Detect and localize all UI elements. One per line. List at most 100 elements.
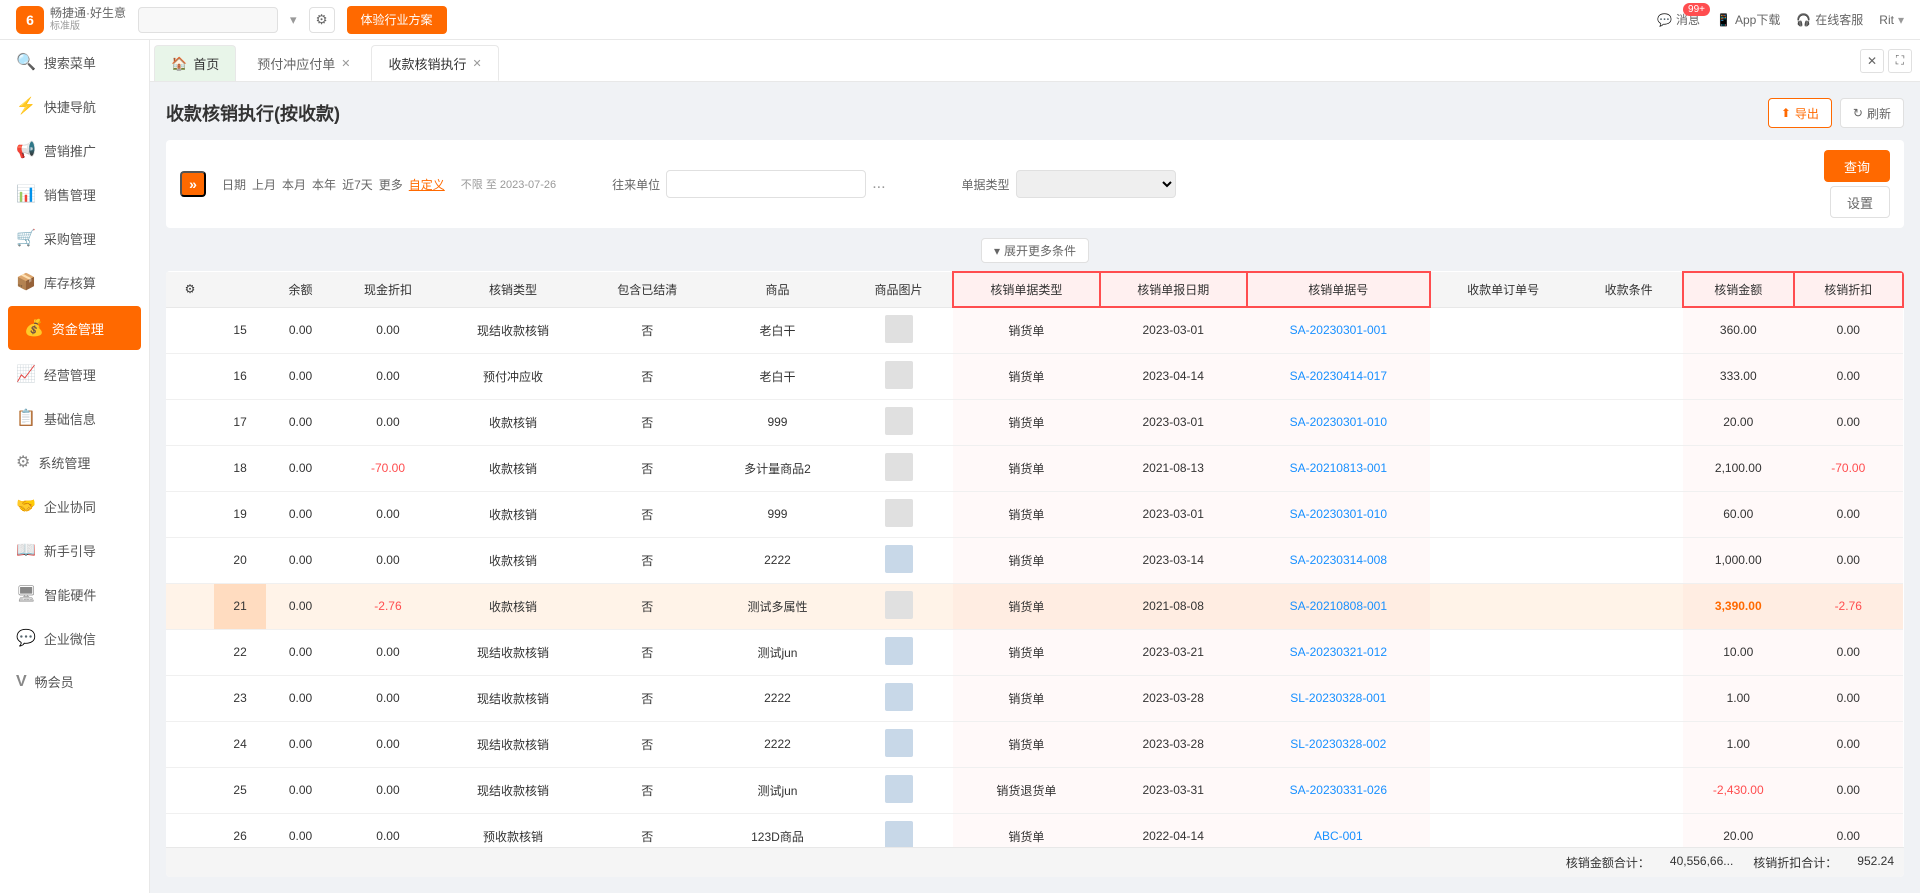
cell-verify-bill-type: 销货单	[953, 491, 1100, 537]
partner-input[interactable]	[666, 170, 866, 198]
cell-included-clear: 否	[585, 353, 710, 399]
sidebar-item-hardware[interactable]: 🖥 智能硬件	[0, 572, 149, 616]
bill-no-link[interactable]: SA-20210808-001	[1290, 599, 1387, 613]
cell-cash-discount: -2.76	[335, 583, 441, 629]
message-icon: 💬	[1657, 13, 1672, 27]
sidebar-item-search[interactable]: 🔍 搜索菜单	[0, 40, 149, 84]
cell-receipt-condition	[1575, 537, 1683, 583]
cell-receipt-condition	[1575, 767, 1683, 813]
close-icon[interactable]: ✕	[341, 57, 350, 70]
tab-prepay[interactable]: 预付冲应付单 ✕	[240, 45, 367, 81]
sidebar-item-guide[interactable]: 📖 新手引导	[0, 528, 149, 572]
tab-actions: ✕ ⛶	[1860, 49, 1912, 73]
sidebar-item-vip[interactable]: V 畅会员	[0, 660, 149, 703]
fullscreen-button[interactable]: ⛶	[1888, 49, 1912, 73]
cell-verify-bill-date: 2023-03-01	[1100, 307, 1247, 353]
cell-product: 123D商品	[710, 813, 845, 847]
cell-verify-type: 现结收款核销	[441, 767, 585, 813]
sidebar-item-label: 库存核算	[44, 273, 96, 292]
sidebar-item-marketing[interactable]: 📢 营销推广	[0, 128, 149, 172]
page-content: 收款核销执行(按收款) ⬆ 导出 ↻ 刷新 » 日期	[150, 82, 1920, 893]
cell-verify-type: 收款核销	[441, 583, 585, 629]
refresh-button[interactable]: ↻ 刷新	[1840, 98, 1904, 128]
gear-icon[interactable]: ⚙	[185, 282, 196, 296]
cell-product-img	[845, 767, 953, 813]
date-last-month[interactable]: 上月	[252, 176, 276, 193]
export-button[interactable]: ⬆ 导出	[1768, 98, 1832, 128]
cell-verify-bill-date: 2023-03-31	[1100, 767, 1247, 813]
cell-verify-discount: -2.76	[1794, 583, 1904, 629]
search-input[interactable]	[138, 7, 278, 33]
cell-gear	[166, 491, 214, 537]
filter-settings-button[interactable]: 设置	[1830, 186, 1890, 218]
sidebar-item-quick-nav[interactable]: ⚡ 快捷导航	[0, 84, 149, 128]
col-included-clear: 包含已结清	[585, 272, 710, 307]
partner-dots[interactable]: ...	[872, 175, 885, 193]
sidebar-item-label: 基础信息	[44, 409, 96, 428]
cell-product-img	[845, 813, 953, 847]
settings-button[interactable]: ⚙	[309, 7, 335, 33]
app-icon: 📱	[1716, 13, 1731, 27]
table-row: 15 0.00 0.00 现结收款核销 否 老白干 销货单 2023-03-01…	[166, 307, 1903, 353]
message-button[interactable]: 💬 消息 99+	[1657, 11, 1700, 28]
col-gear[interactable]: ⚙	[166, 272, 214, 307]
sidebar-item-operations[interactable]: 📈 经营管理	[0, 352, 149, 396]
cell-verify-bill-date: 2021-08-08	[1100, 583, 1247, 629]
table-container: ⚙ 余额 现金折扣 核销类型 包含已结清 商品 商品图片 核销单据类型 核销单报…	[166, 271, 1904, 877]
sidebar-item-inventory[interactable]: 📦 库存核算	[0, 260, 149, 304]
hardware-icon: 🖥	[16, 584, 36, 604]
bill-no-link[interactable]: SL-20230328-002	[1290, 737, 1386, 751]
bill-no-link[interactable]: SA-20230331-026	[1290, 783, 1387, 797]
service-button[interactable]: 🎧 在线客服	[1796, 11, 1863, 28]
cell-receipt-condition	[1575, 675, 1683, 721]
bill-no-link[interactable]: ABC-001	[1314, 829, 1363, 843]
bill-no-link[interactable]: SA-20230301-001	[1290, 323, 1387, 337]
close-tab-button[interactable]: ✕	[1860, 49, 1884, 73]
sidebar-item-finance[interactable]: 💰 资金管理	[8, 306, 141, 350]
cell-verify-bill-type: 销货单	[953, 675, 1100, 721]
chevron-down-icon[interactable]: ▾	[290, 12, 297, 28]
date-7days[interactable]: 近7天	[342, 176, 373, 193]
cell-balance: 0.00	[266, 629, 335, 675]
bill-no-link[interactable]: SA-20210813-001	[1290, 461, 1387, 475]
sidebar-item-enterprise[interactable]: 🤝 企业协同	[0, 484, 149, 528]
app-download-button[interactable]: 📱 App下载	[1716, 11, 1780, 28]
query-button[interactable]: 查询	[1824, 150, 1890, 182]
bill-no-link[interactable]: SA-20230321-012	[1290, 645, 1387, 659]
sidebar-item-wechat[interactable]: 💬 企业微信	[0, 616, 149, 660]
col-verify-bill-no: 核销单据号	[1247, 272, 1430, 307]
sidebar-item-basic-info[interactable]: 📋 基础信息	[0, 396, 149, 440]
expand-more-button[interactable]: ▾ 展开更多条件	[981, 238, 1089, 263]
cell-receipt-condition	[1575, 399, 1683, 445]
bill-no-link[interactable]: SA-20230301-010	[1290, 415, 1387, 429]
filter-expand-button[interactable]: »	[180, 171, 206, 197]
data-table: ⚙ 余额 现金折扣 核销类型 包含已结清 商品 商品图片 核销单据类型 核销单报…	[166, 271, 1904, 847]
date-more[interactable]: 更多	[379, 176, 403, 193]
date-custom[interactable]: 自定义	[409, 176, 445, 193]
table-wrap[interactable]: ⚙ 余额 现金折扣 核销类型 包含已结清 商品 商品图片 核销单据类型 核销单报…	[166, 271, 1904, 847]
tab-verify[interactable]: 收款核销执行 ✕	[371, 45, 498, 81]
trial-button[interactable]: 体验行业方案	[347, 6, 447, 34]
col-verify-bill-date: 核销单报日期	[1100, 272, 1247, 307]
bill-no-link[interactable]: SA-20230414-017	[1290, 369, 1387, 383]
bill-no-link[interactable]: SA-20230314-008	[1290, 553, 1387, 567]
main-content: 🏠 首页 预付冲应付单 ✕ 收款核销执行 ✕ ✕ ⛶ 收款核销执行(按收款)	[150, 40, 1920, 893]
sidebar-item-system[interactable]: ⚙ 系统管理	[0, 440, 149, 484]
cell-verify-discount: 0.00	[1794, 813, 1904, 847]
bill-no-link[interactable]: SA-20230301-010	[1290, 507, 1387, 521]
date-this-year[interactable]: 本年	[312, 176, 336, 193]
wechat-icon: 💬	[16, 628, 36, 648]
filter-query-wrap: 查询 设置	[1824, 150, 1890, 218]
close-icon[interactable]: ✕	[472, 57, 481, 70]
user-avatar[interactable]: Rit ▾	[1879, 13, 1904, 27]
total-discount-label: 核销折扣合计：	[1753, 854, 1837, 871]
cell-verify-amount: 360.00	[1683, 307, 1793, 353]
bill-no-link[interactable]: SL-20230328-001	[1290, 691, 1386, 705]
cell-balance: 0.00	[266, 675, 335, 721]
table-row: 17 0.00 0.00 收款核销 否 999 销货单 2023-03-01 S…	[166, 399, 1903, 445]
bill-type-select[interactable]	[1016, 170, 1176, 198]
sidebar-item-purchase[interactable]: 🛒 采购管理	[0, 216, 149, 260]
sidebar-item-sales[interactable]: 📊 销售管理	[0, 172, 149, 216]
date-this-month[interactable]: 本月	[282, 176, 306, 193]
tab-home[interactable]: 🏠 首页	[154, 45, 236, 81]
